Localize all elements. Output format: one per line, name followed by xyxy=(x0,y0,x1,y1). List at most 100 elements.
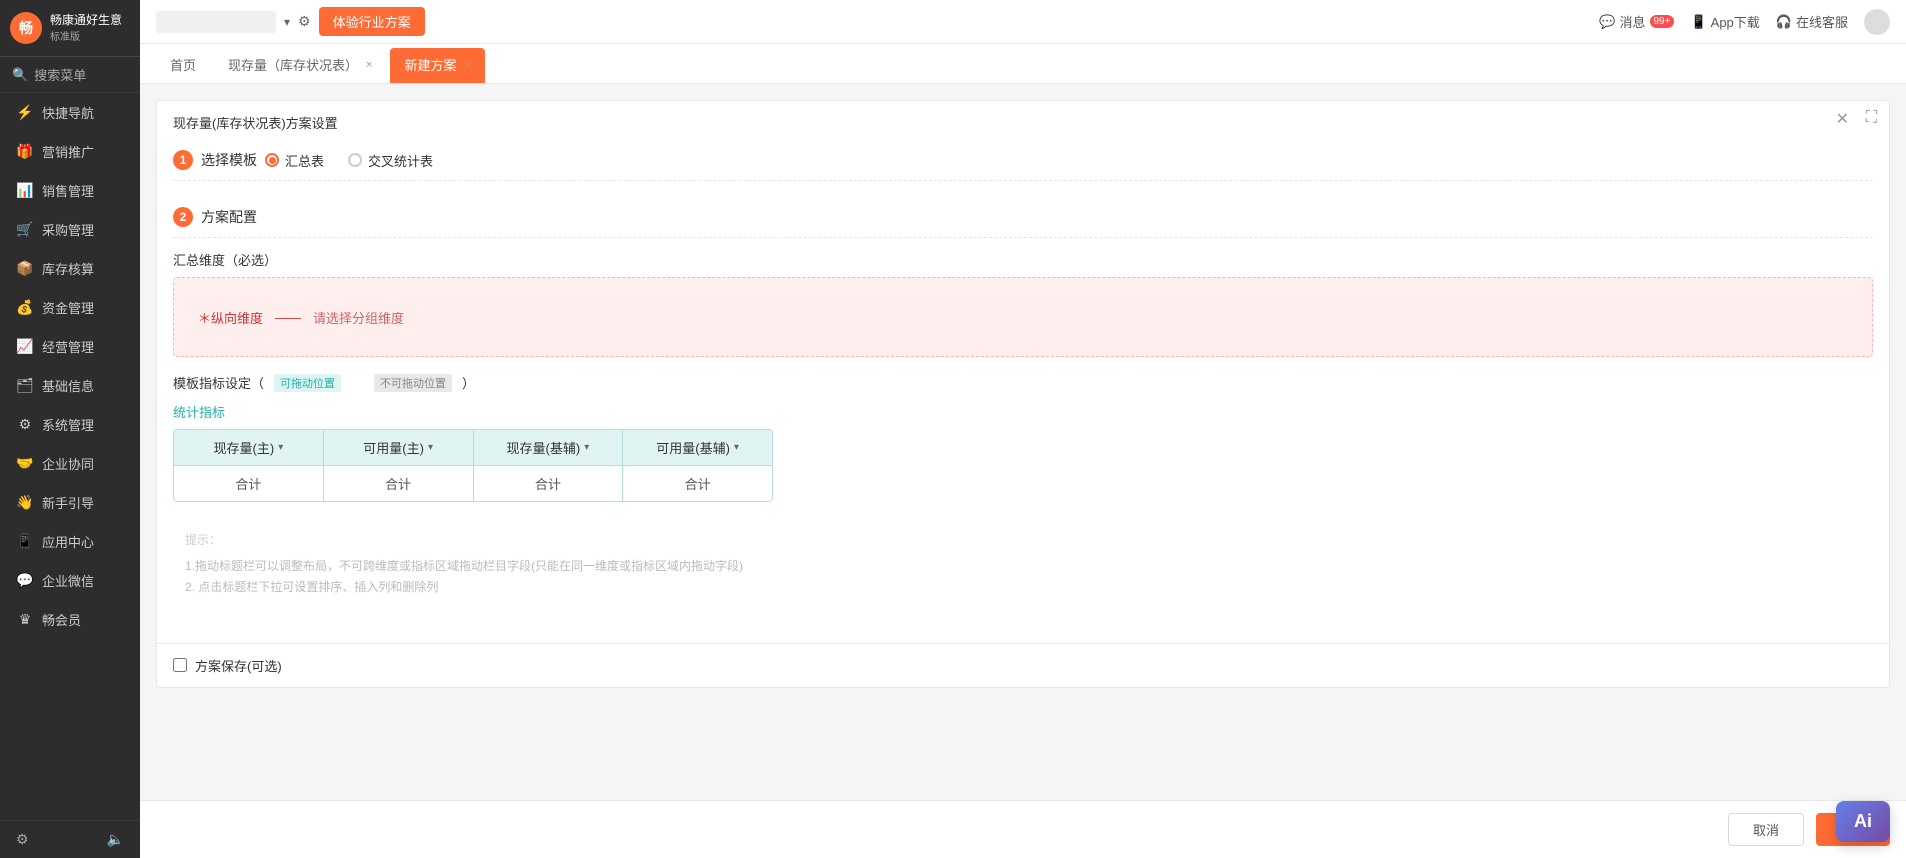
tab-inventory-status[interactable]: 现存量（库存状况表） × xyxy=(214,48,386,83)
tab-home[interactable]: 首页 xyxy=(156,48,210,83)
user-avatar[interactable] xyxy=(1864,9,1890,35)
step2-badge: 2 xyxy=(173,207,193,227)
message-btn[interactable]: 💬 消息 99+ xyxy=(1599,12,1674,31)
sidebar-search[interactable]: 🔍 搜索菜单 xyxy=(0,57,140,93)
chevron-3: ▾ xyxy=(734,442,739,453)
chevron-2: ▾ xyxy=(584,442,589,453)
step1-label: 选择模板 xyxy=(201,150,257,170)
header-cell-0[interactable]: 现存量(主) ▾ xyxy=(174,430,324,465)
online-service-btn[interactable]: 🎧 在线客服 xyxy=(1776,12,1848,31)
app-download-icon: 📱 xyxy=(1690,14,1706,30)
search-icon: 🔍 xyxy=(12,67,28,83)
step1-section: 1 选择模板 汇总表 交叉统计表 xyxy=(173,140,1873,181)
sidebar-item-newbie[interactable]: 👋 新手引导 xyxy=(0,483,140,522)
ai-button[interactable]: Ai xyxy=(1836,801,1890,842)
radio-cross-circle xyxy=(348,153,362,167)
message-icon: 💬 xyxy=(1599,14,1615,30)
newbie-icon: 👋 xyxy=(16,494,34,512)
sidebar-logo: 畅 畅康通好生意 标准版 xyxy=(0,0,140,57)
radio-cross[interactable]: 交叉统计表 xyxy=(348,151,433,170)
sidebar-item-system[interactable]: ⚙ 系统管理 xyxy=(0,405,140,444)
topbar: ▾ ⚙ 体验行业方案 💬 消息 99+ 📱 App下载 🎧 在线客服 xyxy=(140,0,1906,44)
message-badge: 99+ xyxy=(1650,15,1675,28)
topbar-gear-icon[interactable]: ⚙ xyxy=(298,13,311,30)
chevron-0: ▾ xyxy=(278,442,283,453)
sidebar-item-finance[interactable]: 💰 资金管理 xyxy=(0,288,140,327)
tip-2: 2. 点击标题栏下拉可设置排序、插入列和删除列 xyxy=(185,577,1861,599)
headset-icon: 🎧 xyxy=(1776,14,1792,30)
settings-icon[interactable]: ⚙ xyxy=(16,831,29,848)
stats-table-header: 现存量(主) ▾ 可用量(主) ▾ 现存量(基辅) xyxy=(174,430,772,465)
topbar-dropdown-btn[interactable]: ▾ xyxy=(284,15,290,29)
vip-icon: ♛ xyxy=(16,611,34,629)
template-radio-group: 汇总表 交叉统计表 xyxy=(265,151,433,170)
header-cell-3[interactable]: 可用量(基辅) ▾ xyxy=(623,430,772,465)
sidebar-item-inventory[interactable]: 📦 库存核算 xyxy=(0,249,140,288)
panel-close-button[interactable]: ✕ xyxy=(1836,109,1849,129)
radio-summary-circle xyxy=(265,153,279,167)
radio-summary-dot xyxy=(269,157,276,164)
sidebar-item-corp-collab[interactable]: 🤝 企业协同 xyxy=(0,444,140,483)
sidebar: 畅 畅康通好生意 标准版 🔍 搜索菜单 ⚡ 快捷导航 🎁 营销推广 📊 销售管理… xyxy=(0,0,140,858)
radio-summary[interactable]: 汇总表 xyxy=(265,151,324,170)
step2-label: 方案配置 xyxy=(201,207,257,227)
step1-badge: 1 xyxy=(173,150,193,170)
sidebar-item-appstore[interactable]: 📱 应用中心 xyxy=(0,522,140,561)
main-area: ▾ ⚙ 体验行业方案 💬 消息 99+ 📱 App下载 🎧 在线客服 首页 xyxy=(140,0,1906,858)
inventory-icon: 📦 xyxy=(16,260,34,278)
quicknav-icon: ⚡ xyxy=(16,104,34,122)
tab-new-plan[interactable]: 新建方案 × xyxy=(390,48,484,83)
stats-title: 统计指标 xyxy=(173,402,1873,421)
purchase-icon: 🛒 xyxy=(16,221,34,239)
dimension-drop-area[interactable]: ＊纵向维度 —— 请选择分组维度 xyxy=(173,277,1873,357)
save-checkbox[interactable] xyxy=(173,658,187,672)
app-download-btn[interactable]: 📱 App下载 xyxy=(1690,12,1759,31)
finance-icon: 💰 xyxy=(16,299,34,317)
content-area: ✕ ⛶ 现存量(库存状况表)方案设置 1 选择模板 汇总表 xyxy=(140,84,1906,800)
stats-table: 现存量(主) ▾ 可用量(主) ▾ 现存量(基辅) xyxy=(173,429,773,502)
operations-icon: 📈 xyxy=(16,338,34,356)
sidebar-item-operations[interactable]: 📈 经营管理 xyxy=(0,327,140,366)
body-cell-3: 合计 xyxy=(623,466,772,501)
topbar-left: ▾ ⚙ 体验行业方案 xyxy=(156,7,1587,36)
dimension-config: 汇总维度（必选） ＊纵向维度 —— 请选择分组维度 xyxy=(173,250,1873,357)
tab-inventory-close[interactable]: × xyxy=(366,59,372,71)
save-option: 方案保存(可选) xyxy=(157,643,1889,687)
dimension-required-label: 汇总维度（必选） xyxy=(173,250,1873,269)
body-cell-0: 合计 xyxy=(174,466,324,501)
panel-body: 1 选择模板 汇总表 交叉统计表 xyxy=(157,140,1889,643)
topbar-search-input[interactable] xyxy=(156,11,276,33)
sidebar-footer: ⚙ 🔈 xyxy=(0,820,140,858)
industry-plan-button[interactable]: 体验行业方案 xyxy=(319,7,425,36)
logo-text: 畅康通好生意 标准版 xyxy=(50,13,122,44)
step1-header: 1 选择模板 汇总表 交叉统计表 xyxy=(173,140,1873,181)
indicator-settings-label: 模板指标设定（ 可拖动位置 不可拖动位置 ） xyxy=(173,373,1873,392)
header-cell-2[interactable]: 现存量(基辅) ▾ xyxy=(474,430,624,465)
movable-tag: 可拖动位置 xyxy=(274,374,341,392)
sidebar-item-sales[interactable]: 📊 销售管理 xyxy=(0,171,140,210)
sidebar-item-quicknav[interactable]: ⚡ 快捷导航 xyxy=(0,93,140,132)
header-cell-1[interactable]: 可用量(主) ▾ xyxy=(324,430,474,465)
sidebar-item-basic-info[interactable]: 🗂 基础信息 xyxy=(0,366,140,405)
tab-new-plan-close[interactable]: × xyxy=(464,59,470,71)
cancel-button[interactable]: 取消 xyxy=(1728,813,1804,846)
panel-title: 现存量(库存状况表)方案设置 xyxy=(157,101,1889,140)
tab-bar: 首页 现存量（库存状况表） × 新建方案 × xyxy=(140,44,1906,84)
step2-header: 2 方案配置 xyxy=(173,197,1873,238)
sidebar-item-wechat[interactable]: 💬 企业微信 xyxy=(0,561,140,600)
sidebar-item-purchase[interactable]: 🛒 采购管理 xyxy=(0,210,140,249)
sidebar-item-vip[interactable]: ♛ 畅会员 xyxy=(0,600,140,639)
tips-section: 提示： 1.拖动标题栏可以调整布局，不可跨维度或指标区域拖动栏目字段(只能在同一… xyxy=(173,518,1873,611)
step2-section: 2 方案配置 汇总维度（必选） ＊纵向维度 —— 请选择分组维度 xyxy=(173,197,1873,611)
sidebar-item-marketing[interactable]: 🎁 营销推广 xyxy=(0,132,140,171)
topbar-right: 💬 消息 99+ 📱 App下载 🎧 在线客服 xyxy=(1599,9,1890,35)
tip-1: 1.拖动标题栏可以调整布局，不可跨维度或指标区域拖动栏目字段(只能在同一维度或指… xyxy=(185,556,1861,578)
sales-icon: 📊 xyxy=(16,182,34,200)
chevron-1: ▾ xyxy=(428,442,433,453)
panel-expand-button[interactable]: ⛶ xyxy=(1866,109,1877,127)
stats-table-body: 合计 合计 合计 合计 xyxy=(174,465,772,501)
speaker-icon[interactable]: 🔈 xyxy=(107,831,124,848)
indicator-settings: 模板指标设定（ 可拖动位置 不可拖动位置 ） 统计指标 xyxy=(173,373,1873,502)
dimension-placeholder: ＊纵向维度 —— 请选择分组维度 xyxy=(198,308,404,327)
logo-icon: 畅 xyxy=(10,12,42,44)
